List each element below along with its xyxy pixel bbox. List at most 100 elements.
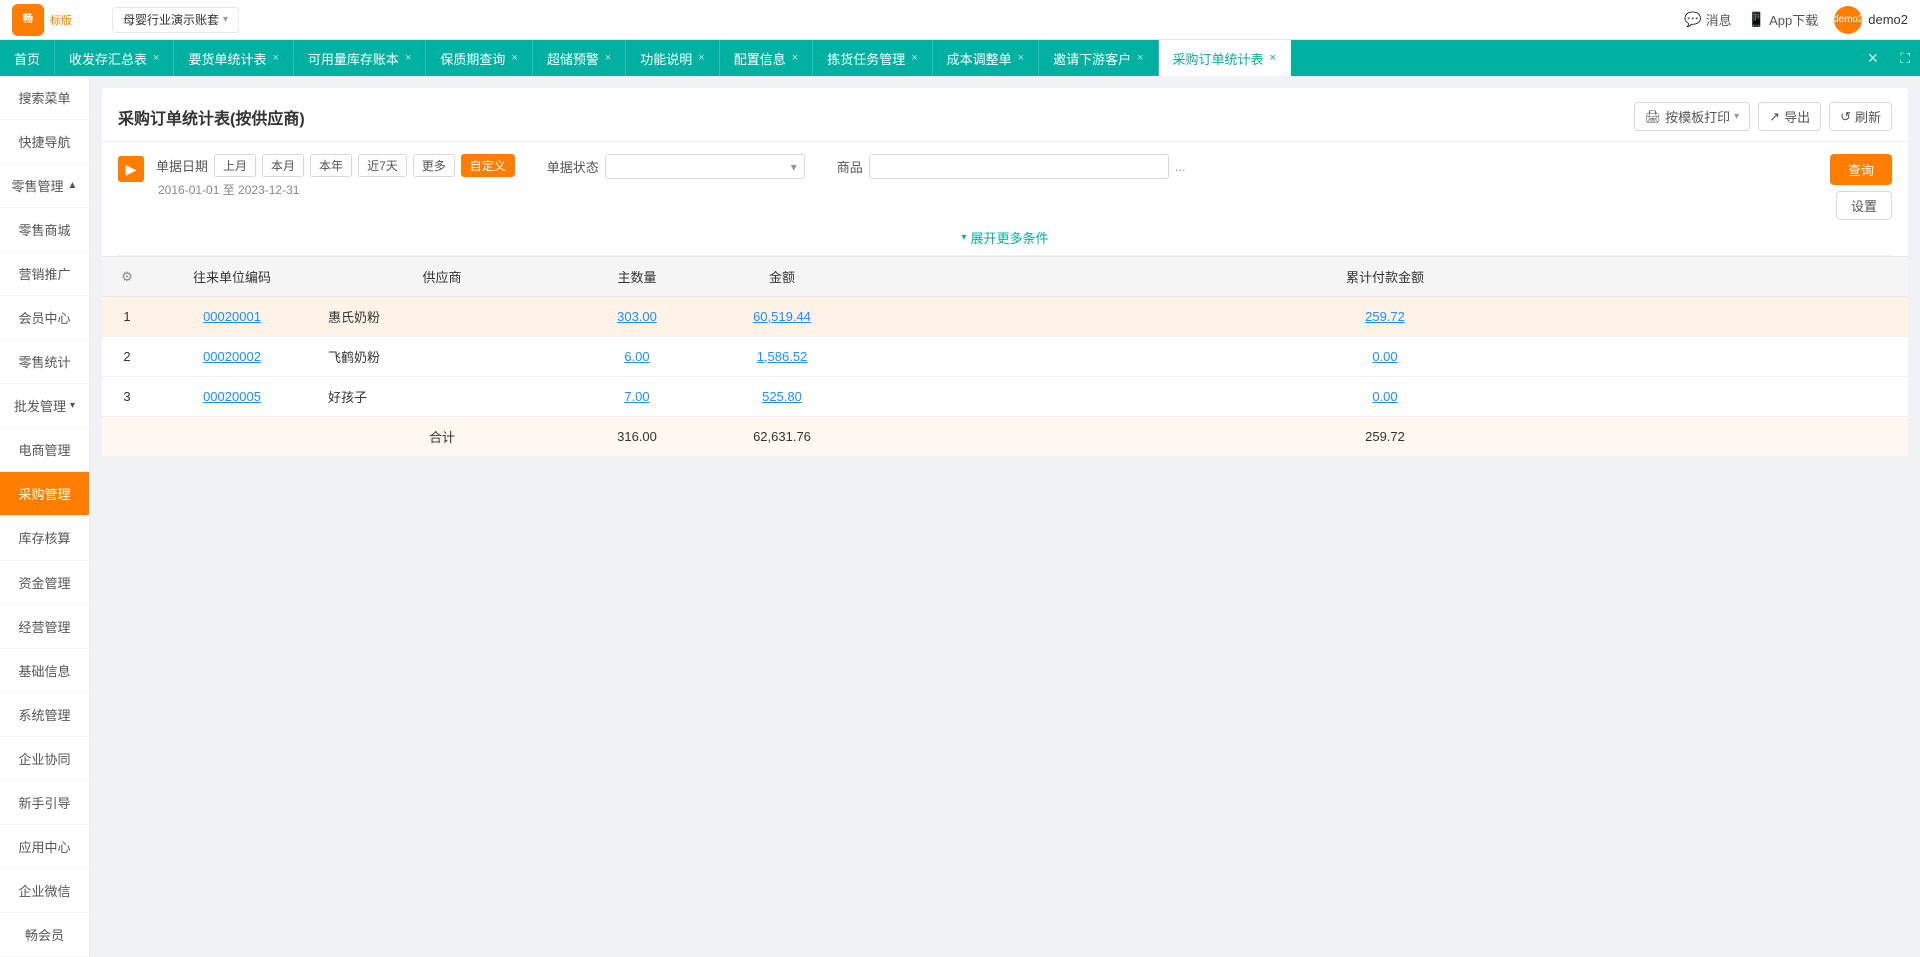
filter-goods-group: 商品 ... <box>837 154 1818 179</box>
footer-qty: 316.00 <box>572 417 702 457</box>
row-qty[interactable]: 6.00 <box>572 337 702 377</box>
date-shortcut-more[interactable]: 更多 <box>413 154 455 177</box>
date-shortcut-this-month[interactable]: 本月 <box>262 154 304 177</box>
col-code-header: 往来单位编码 <box>152 257 312 297</box>
tab-peizhi[interactable]: 配置信息 × <box>720 40 813 76</box>
settings-btn[interactable]: 设置 <box>1836 191 1892 220</box>
expand-more-btn[interactable]: ▾ 展开更多条件 <box>961 228 1048 247</box>
row-supplier: 惠氏奶粉 <box>312 297 572 337</box>
sidebar-item-quicknav[interactable]: 快捷导航 <box>0 120 89 164</box>
logo-area: 畅 标版 <box>12 4 102 36</box>
close-all-btn[interactable]: × <box>1856 48 1891 69</box>
sidebar-item-newbie[interactable]: 新手引导 <box>0 781 89 825</box>
message-icon: 💬 <box>1684 11 1701 28</box>
goods-more-icon[interactable]: ... <box>1175 159 1186 174</box>
filter-toggle-btn[interactable]: ▶ <box>118 156 144 182</box>
tab-shoufacun[interactable]: 收发存汇总表 × <box>55 40 174 76</box>
app-download-btn[interactable]: 📱 App下载 <box>1748 10 1819 29</box>
table-row: 3 00020005 好孩子 7.00 525.80 0.00 <box>102 377 1908 417</box>
expand-icon: ▾ <box>961 232 966 243</box>
page-card: 采购订单统计表(按供应商) 🖨 按模板打印 ▾ ↗ 导出 ↺ 刷新 <box>102 88 1908 457</box>
maximize-btn[interactable]: ⛶ <box>1890 50 1920 67</box>
row-code[interactable]: 00020001 <box>152 297 312 337</box>
tab-yaoqing[interactable]: 邀请下游客户 × <box>1039 40 1158 76</box>
sidebar-item-basic-info[interactable]: 基础信息 <box>0 649 89 693</box>
message-btn[interactable]: 💬 消息 <box>1684 10 1731 29</box>
sidebar-item-collab[interactable]: 企业协同 <box>0 737 89 781</box>
col-amount-header: 金额 <box>702 257 862 297</box>
topbar-right: 💬 消息 📱 App下载 demo2 demo2 <box>1684 6 1908 34</box>
status-select-wrap: ▾ <box>605 154 805 179</box>
settings-icon[interactable]: ⚙ <box>121 269 133 284</box>
row-code[interactable]: 00020002 <box>152 337 312 377</box>
tab-baozhi[interactable]: 保质期查询 × <box>426 40 532 76</box>
sidebar-item-retail-shop[interactable]: 零售商城 <box>0 208 89 252</box>
row-paid[interactable]: 0.00 <box>862 337 1908 377</box>
refresh-btn[interactable]: ↺ 刷新 <box>1829 102 1892 131</box>
app-download-label: App下载 <box>1769 10 1818 29</box>
sidebar-item-marketing[interactable]: 营销推广 <box>0 252 89 296</box>
col-settings[interactable]: ⚙ <box>102 257 152 297</box>
message-label: 消息 <box>1706 10 1732 29</box>
date-shortcut-this-year[interactable]: 本年 <box>310 154 352 177</box>
goods-input[interactable] <box>869 154 1169 179</box>
sidebar-item-operations[interactable]: 经营管理 <box>0 605 89 649</box>
query-btn[interactable]: 查询 <box>1830 154 1892 185</box>
print-btn[interactable]: 🖨 按模板打印 ▾ <box>1634 102 1751 131</box>
tab-jianhuo[interactable]: 拣货任务管理 × <box>813 40 932 76</box>
date-shortcut-7days[interactable]: 近7天 <box>358 154 407 177</box>
footer-paid: 259.72 <box>862 417 1908 457</box>
footer-empty-2 <box>152 417 312 457</box>
date-shortcut-custom[interactable]: 自定义 <box>461 154 515 177</box>
row-qty[interactable]: 7.00 <box>572 377 702 417</box>
status-select[interactable] <box>605 154 805 179</box>
sidebar-item-app-center[interactable]: 应用中心 <box>0 825 89 869</box>
row-paid[interactable]: 0.00 <box>862 377 1908 417</box>
sidebar-item-ecommerce[interactable]: 电商管理 <box>0 428 89 472</box>
tab-caigou-active[interactable]: 采购订单统计表 × <box>1159 40 1291 76</box>
tab-yaohuo[interactable]: 要货单统计表 × <box>174 40 293 76</box>
row-no: 2 <box>102 337 152 377</box>
filter-area: ▶ 单据日期 上月 本月 本年 近7天 更多 自定义 2016-01-01 至 … <box>102 142 1908 256</box>
sidebar-item-wholesale[interactable]: 批发管理 ▾ <box>0 384 89 428</box>
sidebar-item-purchase[interactable]: 采购管理 <box>0 472 89 516</box>
tab-chaoyujingbao[interactable]: 超储预警 × <box>533 40 626 76</box>
footer-empty-1 <box>102 417 152 457</box>
refresh-icon: ↺ <box>1840 109 1851 125</box>
expand-more-row: ▾ 展开更多条件 <box>118 220 1892 256</box>
export-btn[interactable]: ↗ 导出 <box>1758 102 1821 131</box>
print-icon: 🖨 <box>1645 109 1662 125</box>
workspace-selector[interactable]: 母婴行业演示账套 ▾ <box>112 7 239 33</box>
sidebar-item-system[interactable]: 系统管理 <box>0 693 89 737</box>
workspace-label: 母婴行业演示账套 <box>123 11 219 28</box>
sidebar-item-search[interactable]: 搜索菜单 <box>0 76 89 120</box>
sidebar-item-wechat[interactable]: 企业微信 <box>0 869 89 913</box>
tab-chengben[interactable]: 成本调整单 × <box>933 40 1039 76</box>
page-header: 采购订单统计表(按供应商) 🖨 按模板打印 ▾ ↗ 导出 ↺ 刷新 <box>102 88 1908 142</box>
row-amount[interactable]: 60,519.44 <box>702 297 862 337</box>
row-amount[interactable]: 1,586.52 <box>702 337 862 377</box>
avatar: demo2 <box>1834 6 1862 34</box>
row-paid[interactable]: 259.72 <box>862 297 1908 337</box>
tab-keyongliang[interactable]: 可用量库存账本 × <box>294 40 426 76</box>
header-actions: 🖨 按模板打印 ▾ ↗ 导出 ↺ 刷新 <box>1634 102 1892 131</box>
user-area[interactable]: demo2 demo2 <box>1834 6 1908 34</box>
nav-tabs-bar: 首页 收发存汇总表 × 要货单统计表 × 可用量库存账本 × 保质期查询 × 超… <box>0 40 1920 76</box>
sidebar-item-retail-mgmt[interactable]: 零售管理 ▲ <box>0 164 89 208</box>
sidebar-item-members[interactable]: 会员中心 <box>0 296 89 340</box>
row-supplier: 飞鹤奶粉 <box>312 337 572 377</box>
row-qty[interactable]: 303.00 <box>572 297 702 337</box>
row-code[interactable]: 00020005 <box>152 377 312 417</box>
sidebar-item-member-club[interactable]: 畅会员 <box>0 913 89 957</box>
row-amount[interactable]: 525.80 <box>702 377 862 417</box>
table-row: 1 00020001 惠氏奶粉 303.00 60,519.44 259.72 <box>102 297 1908 337</box>
sidebar-item-finance[interactable]: 资金管理 <box>0 561 89 605</box>
table-wrap: ⚙ 往来单位编码 供应商 主数量 金额 累计付款金额 1 00020001 惠氏… <box>102 256 1908 457</box>
sidebar-item-inventory[interactable]: 库存核算 <box>0 516 89 560</box>
sidebar-item-retail-stats[interactable]: 零售统计 <box>0 340 89 384</box>
footer-label: 合计 <box>312 417 572 457</box>
tab-home[interactable]: 首页 <box>0 40 55 76</box>
tab-gongneng[interactable]: 功能说明 × <box>626 40 719 76</box>
date-shortcut-last-month[interactable]: 上月 <box>214 154 256 177</box>
app-icon: 📱 <box>1748 11 1765 28</box>
